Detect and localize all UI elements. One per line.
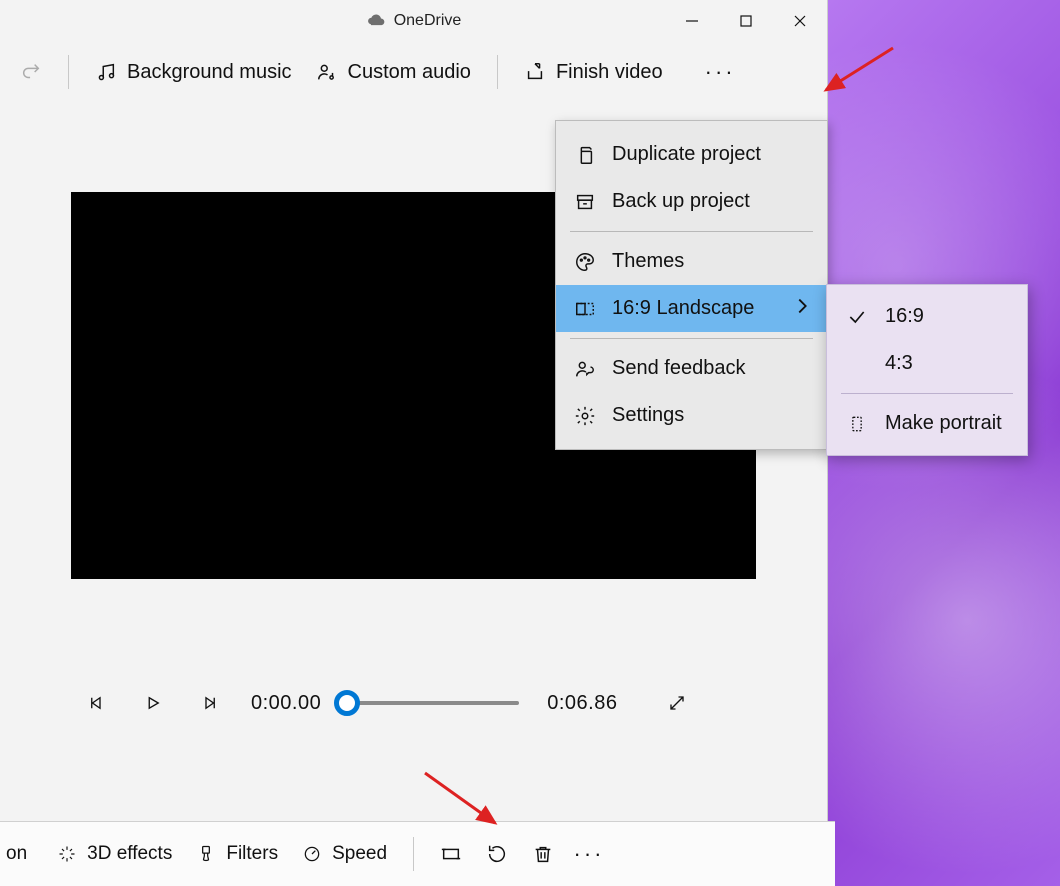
- window-title: OneDrive: [394, 12, 462, 30]
- archive-icon: [574, 191, 596, 213]
- window-caption: OneDrive: [366, 11, 462, 31]
- prev-frame-button[interactable]: [83, 689, 111, 717]
- check-icon: [845, 307, 869, 327]
- menu-backup-project[interactable]: Back up project: [556, 178, 827, 225]
- menu-item-label: Send feedback: [612, 357, 745, 380]
- speedometer-icon: [302, 844, 322, 864]
- crop-button[interactable]: [428, 831, 474, 877]
- menu-themes[interactable]: Themes: [556, 238, 827, 285]
- share-icon: [524, 61, 546, 83]
- more-options-button[interactable]: ···: [693, 53, 748, 91]
- finish-video-label: Finish video: [556, 61, 663, 84]
- submenu-separator: [841, 393, 1013, 394]
- custom-audio-label: Custom audio: [348, 61, 471, 84]
- background-music-label: Background music: [127, 61, 292, 84]
- current-time: 0:00.00: [251, 692, 321, 715]
- menu-item-label: Settings: [612, 404, 684, 427]
- filters-label: Filters: [226, 843, 278, 865]
- redo-button[interactable]: [8, 55, 54, 89]
- annotation-arrow-bottom: [417, 765, 507, 835]
- chevron-right-icon: [791, 295, 813, 323]
- menu-separator: [570, 231, 813, 232]
- annotation-arrow-top: [818, 40, 898, 100]
- sparkle-icon: [57, 844, 77, 864]
- more-icon: ···: [574, 841, 605, 867]
- seek-slider[interactable]: [349, 701, 519, 705]
- finish-video-button[interactable]: Finish video: [512, 55, 675, 90]
- playback-controls: 0:00.00 0:06.86: [83, 689, 827, 717]
- onedrive-icon: [366, 11, 386, 31]
- toolbar: Background music Custom audio Finish vid…: [0, 42, 827, 102]
- aspect-ratio-submenu: 16:9 4:3 Make portrait: [826, 284, 1028, 456]
- more-icon: ···: [705, 59, 736, 85]
- feedback-icon: [574, 358, 596, 380]
- menu-item-label: 16:9 Landscape: [612, 297, 754, 320]
- seek-thumb[interactable]: [334, 690, 360, 716]
- background-music-button[interactable]: Background music: [83, 55, 304, 90]
- menu-aspect-ratio[interactable]: 16:9 Landscape: [556, 285, 827, 332]
- speed-label: Speed: [332, 843, 387, 865]
- submenu-4-3[interactable]: 4:3: [827, 340, 1027, 387]
- portrait-icon: [845, 414, 869, 434]
- separator: [413, 837, 414, 871]
- maximize-button[interactable]: [719, 0, 773, 42]
- speed-button[interactable]: Speed: [290, 837, 399, 871]
- close-button[interactable]: [773, 0, 827, 42]
- menu-item-label: Duplicate project: [612, 143, 761, 166]
- total-time: 0:06.86: [547, 692, 617, 715]
- brush-icon: [196, 844, 216, 864]
- menu-settings[interactable]: Settings: [556, 392, 827, 439]
- submenu-item-label: Make portrait: [885, 412, 1002, 435]
- gear-icon: [574, 405, 596, 427]
- redo-icon: [20, 61, 42, 83]
- 3d-effects-label: 3D effects: [87, 843, 172, 865]
- duplicate-icon: [574, 144, 596, 166]
- window-controls: [665, 0, 827, 42]
- delete-button[interactable]: [520, 831, 566, 877]
- more-bottom-button[interactable]: ···: [566, 831, 612, 877]
- 3d-effects-button[interactable]: 3D effects: [45, 837, 184, 871]
- minimize-button[interactable]: [665, 0, 719, 42]
- menu-separator: [570, 338, 813, 339]
- fullscreen-button[interactable]: [663, 689, 691, 717]
- menu-duplicate-project[interactable]: Duplicate project: [556, 131, 827, 178]
- submenu-16-9[interactable]: 16:9: [827, 293, 1027, 340]
- play-button[interactable]: [139, 689, 167, 717]
- audio-person-icon: [316, 61, 338, 83]
- music-icon: [95, 61, 117, 83]
- truncated-label: on: [4, 843, 27, 865]
- aspect-ratio-icon: [574, 298, 596, 320]
- submenu-make-portrait[interactable]: Make portrait: [827, 400, 1027, 447]
- menu-send-feedback[interactable]: Send feedback: [556, 345, 827, 392]
- separator: [68, 55, 69, 89]
- filters-button[interactable]: Filters: [184, 837, 290, 871]
- rotate-button[interactable]: [474, 831, 520, 877]
- separator: [497, 55, 498, 89]
- more-options-menu: Duplicate project Back up project Themes…: [555, 120, 828, 450]
- palette-icon: [574, 251, 596, 273]
- menu-item-label: Back up project: [612, 190, 750, 213]
- next-frame-button[interactable]: [195, 689, 223, 717]
- menu-item-label: Themes: [612, 250, 684, 273]
- submenu-item-label: 4:3: [885, 352, 913, 375]
- titlebar: OneDrive: [0, 0, 827, 42]
- submenu-item-label: 16:9: [885, 305, 924, 328]
- custom-audio-button[interactable]: Custom audio: [304, 55, 483, 90]
